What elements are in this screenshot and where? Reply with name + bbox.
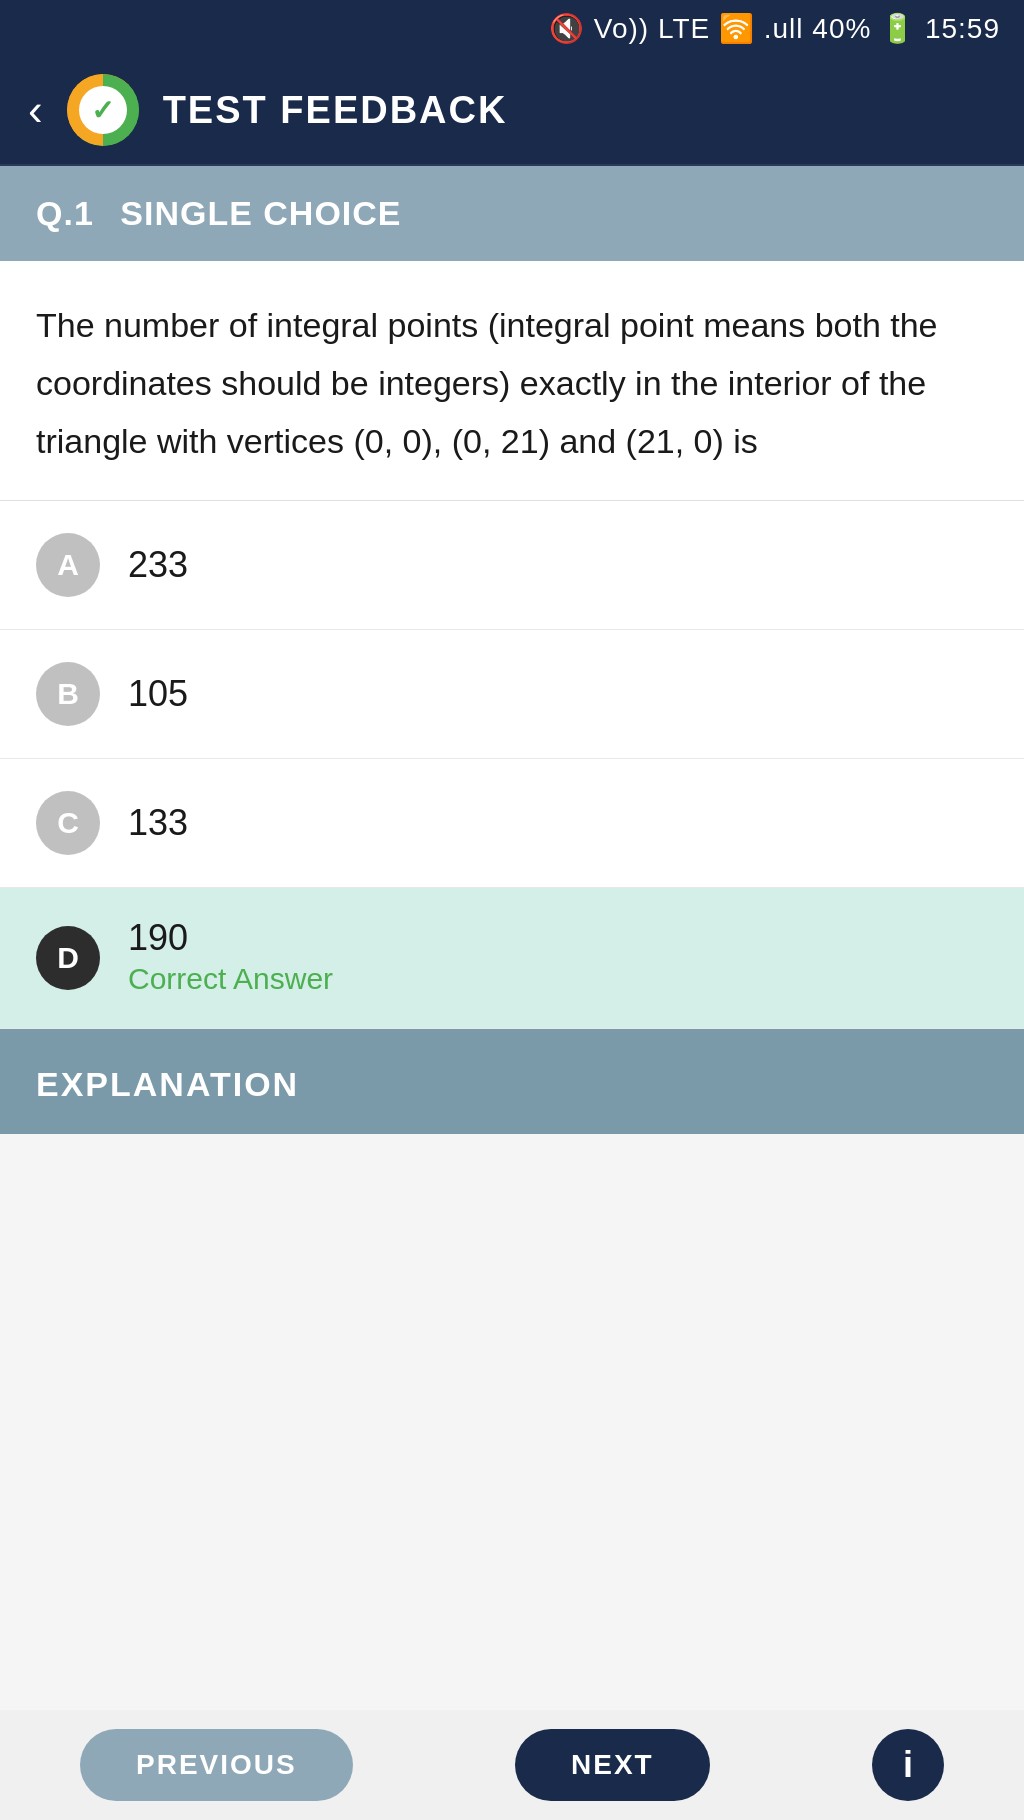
next-button[interactable]: NEXT [515, 1729, 710, 1801]
option-a-value: 233 [128, 547, 188, 583]
correct-answer-label: Correct Answer [128, 962, 333, 996]
question-text: The number of integral points (integral … [36, 297, 988, 470]
question-label-bar: Q.1 SINGLE CHOICE [0, 166, 1024, 261]
status-text: 🔇 Vo)) LTE 🛜 .ull 40% 🔋 15:59 [549, 12, 1000, 45]
option-c-id: C [57, 806, 79, 840]
explanation-bar: EXPLANATION [0, 1029, 1024, 1134]
bottom-navigation: PREVIOUS NEXT i [0, 1710, 1024, 1820]
option-c-badge: C [36, 791, 100, 855]
back-button[interactable]: ‹ [28, 88, 43, 132]
option-c-value: 133 [128, 805, 188, 841]
option-d[interactable]: D 190 Correct Answer [0, 888, 1024, 1029]
option-a[interactable]: A 233 [0, 501, 1024, 630]
question-label: Q.1 SINGLE CHOICE [36, 194, 988, 233]
options-container: A 233 B 105 C 133 D 190 Correct Answer [0, 501, 1024, 1029]
header-title: TEST FEEDBACK [163, 89, 508, 132]
option-d-content: 190 Correct Answer [128, 920, 333, 996]
previous-button[interactable]: PREVIOUS [80, 1729, 353, 1801]
explanation-title: EXPLANATION [36, 1065, 299, 1103]
status-icons: 🔇 Vo)) LTE 🛜 .ull 40% 🔋 15:59 [549, 12, 1000, 45]
app-logo: ✓ [67, 74, 139, 146]
option-b[interactable]: B 105 [0, 630, 1024, 759]
question-content: The number of integral points (integral … [0, 261, 1024, 501]
option-b-value: 105 [128, 676, 188, 712]
info-button[interactable]: i [872, 1729, 944, 1801]
option-a-badge: A [36, 533, 100, 597]
question-type: SINGLE CHOICE [120, 194, 401, 232]
status-bar: 🔇 Vo)) LTE 🛜 .ull 40% 🔋 15:59 [0, 0, 1024, 56]
option-b-badge: B [36, 662, 100, 726]
logo-checkmark: ✓ [91, 94, 114, 127]
option-d-value: 190 [128, 920, 333, 956]
app-header: ‹ ✓ TEST FEEDBACK [0, 56, 1024, 166]
option-b-id: B [57, 677, 79, 711]
option-c[interactable]: C 133 [0, 759, 1024, 888]
option-a-id: A [57, 548, 79, 582]
question-number: Q.1 [36, 194, 94, 232]
option-d-badge: D [36, 926, 100, 990]
option-d-id: D [57, 941, 79, 975]
